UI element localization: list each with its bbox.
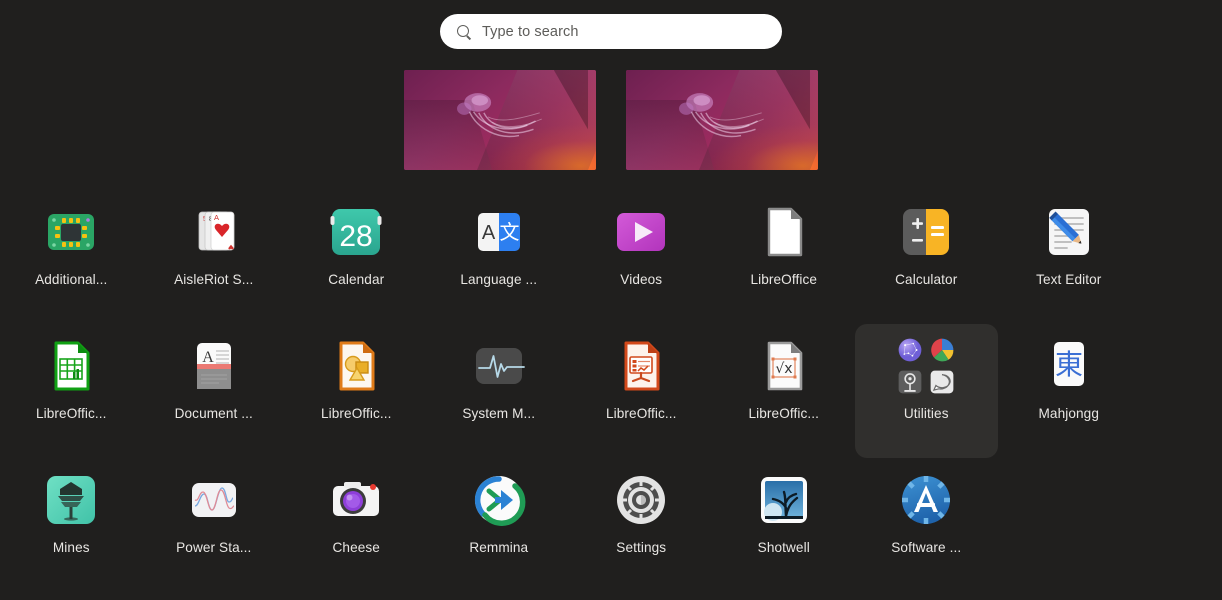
mines-icon	[41, 470, 101, 530]
app-label: Shotwell	[757, 540, 810, 555]
app-item-aisleriot-solitaire[interactable]: 5 8 A AisleRiot S...	[143, 190, 286, 324]
power-statistics-icon	[184, 470, 244, 530]
app-label: Mines	[52, 540, 90, 555]
app-label: Settings	[616, 540, 667, 555]
chip-icon	[41, 202, 101, 262]
app-grid-row: Additional... 5 8 A AisleRiot S...	[0, 190, 1222, 324]
svg-text:√x: √x	[775, 361, 792, 377]
app-label: Document ...	[174, 406, 253, 421]
libreoffice-calc-icon	[41, 336, 101, 396]
app-label: System M...	[462, 406, 536, 421]
speech-bubble-icon	[930, 370, 954, 394]
app-item-videos[interactable]: Videos	[570, 190, 713, 324]
libreoffice-impress-icon	[611, 336, 671, 396]
app-label: Cheese	[332, 540, 380, 555]
app-item-document-viewer[interactable]: A Document ...	[143, 324, 286, 458]
svg-text:28: 28	[340, 220, 373, 253]
app-item-libreoffice-calc[interactable]: LibreOffic...	[0, 324, 143, 458]
app-item-libreoffice-math[interactable]: √x LibreOffic...	[713, 324, 856, 458]
ubuntu-software-icon	[896, 470, 956, 530]
app-item-calculator[interactable]: Calculator	[855, 190, 998, 324]
app-label: LibreOffic...	[748, 406, 820, 421]
libreoffice-draw-icon	[326, 336, 386, 396]
search-icon	[456, 24, 472, 40]
app-label: LibreOffic...	[320, 406, 392, 421]
app-item-mahjongg[interactable]: 東 Mahjongg	[998, 324, 1141, 458]
system-monitor-icon	[469, 336, 529, 396]
jellyfish-graphic	[456, 93, 542, 138]
workspace-thumbnails	[0, 70, 1222, 170]
app-item-cheese[interactable]: Cheese	[285, 458, 428, 592]
app-label: Remmina	[469, 540, 529, 555]
app-label: Calendar	[328, 272, 385, 287]
app-label: LibreOffice	[750, 272, 818, 287]
app-item-calendar[interactable]: 28 Calendar	[285, 190, 428, 324]
search-placeholder: Type to search	[482, 23, 579, 40]
folder-utilities-icon	[896, 336, 956, 396]
app-item-libreoffice-draw[interactable]: LibreOffic...	[285, 324, 428, 458]
app-grid-row: LibreOffic... A Document ... LibreOffic.…	[0, 324, 1222, 458]
svg-text:文: 文	[499, 220, 519, 244]
app-folder-utilities[interactable]: Utilities	[855, 324, 998, 458]
svg-text:A: A	[214, 213, 219, 222]
libreoffice-math-icon: √x	[754, 336, 814, 396]
search-input[interactable]: Type to search	[440, 14, 782, 49]
app-label: Additional...	[35, 272, 108, 287]
app-label: LibreOffic...	[35, 406, 107, 421]
app-item-remmina[interactable]: Remmina	[428, 458, 571, 592]
app-label: Videos	[620, 272, 663, 287]
app-label: Text Editor	[1036, 272, 1102, 287]
app-item-language-selector[interactable]: A 文 Language ...	[428, 190, 571, 324]
play-icon	[611, 202, 671, 262]
app-grid-row: Mines Power Sta... Cheese Remmina Settin…	[0, 458, 1222, 592]
calendar-icon: 28	[326, 202, 386, 262]
workspace-thumbnail-1[interactable]	[404, 70, 596, 170]
app-item-settings[interactable]: Settings	[570, 458, 713, 592]
app-item-additional-drivers[interactable]: Additional...	[0, 190, 143, 324]
location-pin-icon	[898, 370, 922, 394]
app-label: Software ...	[891, 540, 962, 555]
app-label: Power Sta...	[176, 540, 252, 555]
playing-cards-icon: 5 8 A	[184, 202, 244, 262]
app-label: Calculator	[895, 272, 958, 287]
workspace-thumbnail-2[interactable]	[626, 70, 818, 170]
remmina-icon	[469, 470, 529, 530]
gear-icon	[611, 470, 671, 530]
app-grid-empty-cell	[998, 458, 1141, 592]
svg-text:東: 東	[1055, 348, 1083, 381]
app-item-system-monitor[interactable]: System M...	[428, 324, 571, 458]
app-label: Language ...	[460, 272, 538, 287]
app-item-software[interactable]: Software ...	[855, 458, 998, 592]
app-label: Utilities	[903, 406, 949, 421]
constellation-icon	[898, 338, 922, 362]
app-label: AisleRiot S...	[174, 272, 254, 287]
app-label: Mahjongg	[1038, 406, 1099, 421]
app-item-mines[interactable]: Mines	[0, 458, 143, 592]
app-item-libreoffice-impress[interactable]: LibreOffic...	[570, 324, 713, 458]
libreoffice-start-icon	[754, 202, 814, 262]
shotwell-icon	[754, 470, 814, 530]
application-grid: Additional... 5 8 A AisleRiot S...	[0, 190, 1222, 592]
app-label: LibreOffic...	[605, 406, 677, 421]
calculator-icon	[896, 202, 956, 262]
pie-chart-icon	[931, 338, 954, 362]
jellyfish-graphic	[678, 93, 764, 138]
camera-icon	[326, 470, 386, 530]
mahjongg-icon: 東	[1039, 336, 1099, 396]
svg-text:A: A	[202, 349, 214, 366]
app-item-shotwell[interactable]: Shotwell	[713, 458, 856, 592]
app-item-text-editor[interactable]: Text Editor	[998, 190, 1141, 324]
search-bar-container: Type to search	[0, 14, 1222, 49]
document-viewer-icon: A	[184, 336, 244, 396]
text-editor-icon	[1039, 202, 1099, 262]
app-item-libreoffice[interactable]: LibreOffice	[713, 190, 856, 324]
translate-icon: A 文	[469, 202, 529, 262]
app-item-power-statistics[interactable]: Power Sta...	[143, 458, 286, 592]
svg-text:A: A	[482, 222, 496, 244]
